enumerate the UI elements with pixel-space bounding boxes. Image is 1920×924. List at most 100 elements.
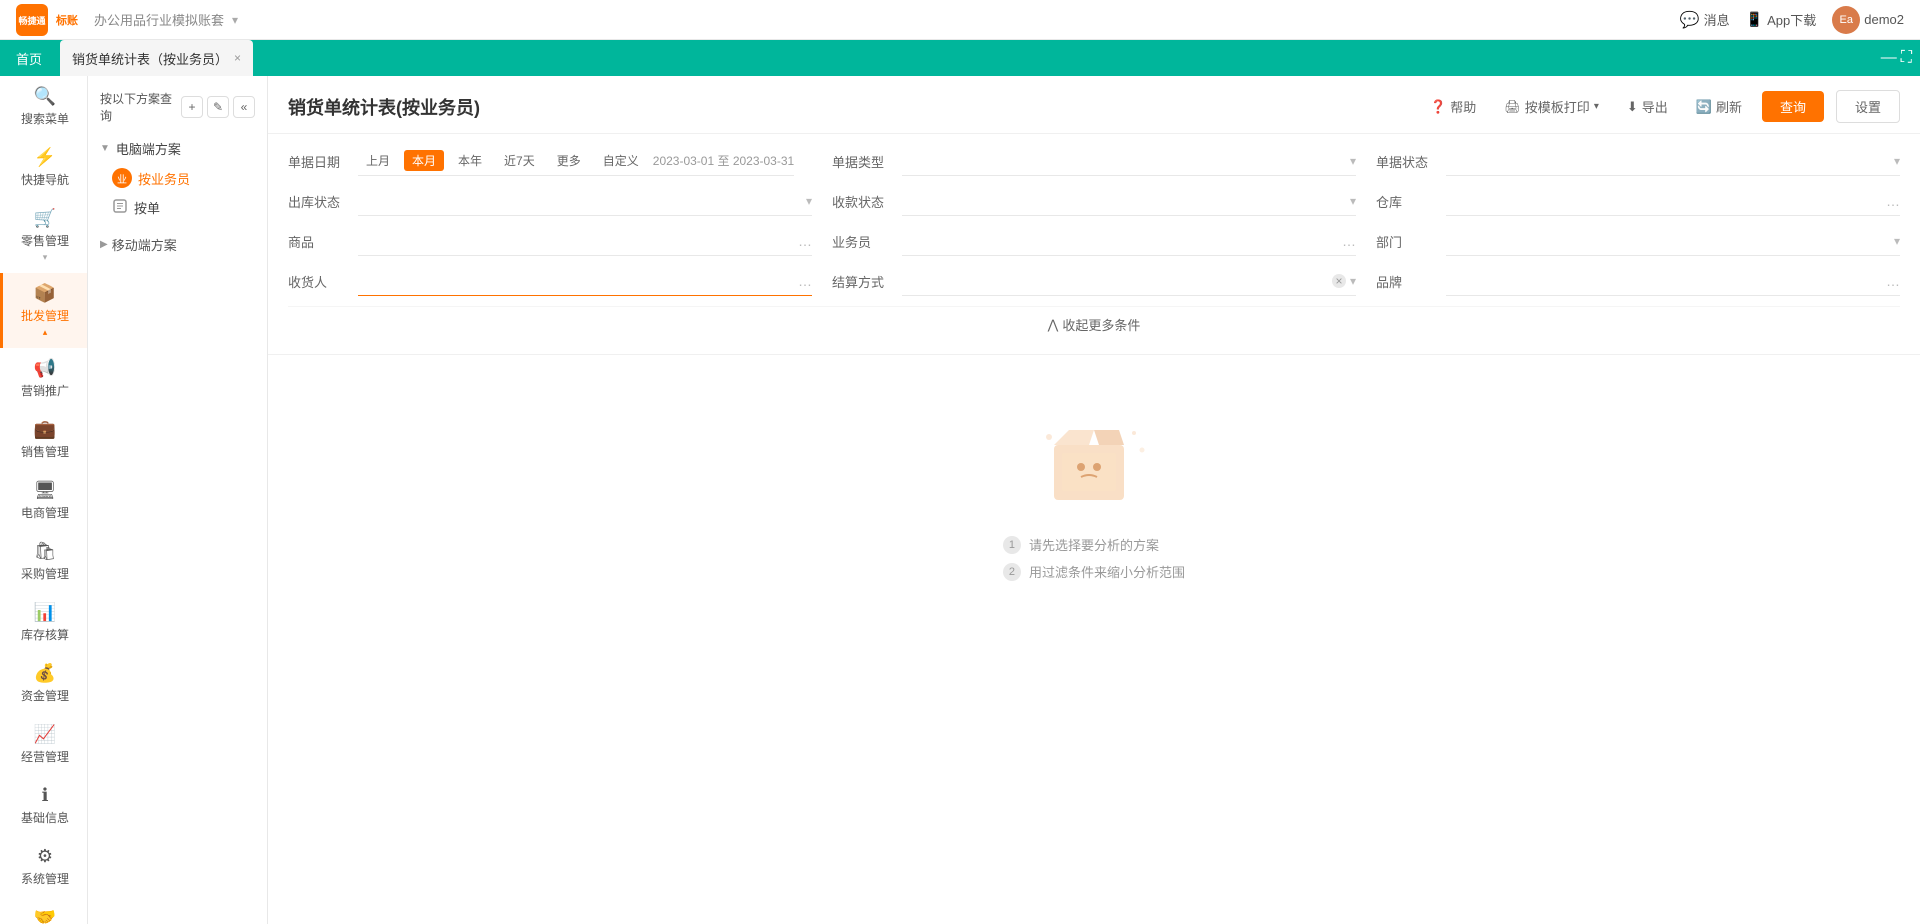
- sidebar-item-quick-nav[interactable]: ⚡ 快捷导航: [0, 137, 87, 198]
- payment-status-label: 收款状态: [832, 192, 902, 211]
- tabbar: 首页 销货单统计表（按业务员） × — ⛶: [0, 40, 1920, 76]
- query-btn[interactable]: 查询: [1762, 91, 1824, 122]
- payment-status-field[interactable]: ▾: [902, 186, 1356, 216]
- sidebar-item-basic[interactable]: ℹ 基础信息: [0, 775, 87, 836]
- filter-col-goods: 商品 …: [288, 226, 812, 256]
- app-subtitle: 标账: [56, 12, 78, 28]
- goods-dots-icon[interactable]: …: [798, 233, 812, 249]
- date-last-7-days-btn[interactable]: 近7天: [496, 150, 543, 171]
- system-icon: ⚙: [37, 846, 53, 867]
- scheme-add-btn[interactable]: +: [181, 96, 203, 118]
- marketing-icon: 📢: [34, 358, 56, 379]
- sidebar-item-search-menu[interactable]: 🔍 搜索菜单: [0, 76, 87, 137]
- dropdown-icon[interactable]: ▾: [232, 13, 238, 27]
- salesperson-dots-icon[interactable]: …: [1342, 233, 1356, 249]
- settings-btn[interactable]: 设置: [1836, 90, 1900, 123]
- date-filter: 上月 本月 本年 近7天 更多 自定义 2023-03-01 至 2023-03…: [358, 146, 794, 176]
- user-profile[interactable]: Ea demo2: [1832, 6, 1904, 34]
- date-range-display: 2023-03-01 至 2023-03-31: [653, 152, 794, 169]
- scheme-collapse-btn[interactable]: «: [233, 96, 255, 118]
- payment-status-dropdown-icon[interactable]: ▾: [1350, 194, 1356, 208]
- payment-method-close-icon[interactable]: ×: [1332, 274, 1346, 288]
- tab-maximize-btn[interactable]: ⛶: [1901, 49, 1912, 67]
- empty-hint-1: 1 请先选择要分析的方案: [1003, 535, 1185, 554]
- sidebar: 🔍 搜索菜单 ⚡ 快捷导航 🛒 零售管理 ▾ 📦 批发管理 ▴ 📢 营销推广 💼…: [0, 76, 88, 924]
- scheme-item-by-salesperson[interactable]: 业 按业务员: [88, 163, 267, 193]
- message-btn[interactable]: 💬 消息: [1680, 10, 1730, 30]
- filter-col-department: 部门 ▾: [1376, 226, 1900, 256]
- payment-method-dropdown-icon[interactable]: ▾: [1350, 274, 1356, 288]
- wholesale-icon: 📦: [34, 283, 56, 304]
- page-actions: ❓ 帮助 🖨 按模板打印 ▾ ⬇ 导出 🔄 刷新: [1422, 90, 1900, 123]
- sidebar-item-enterprise[interactable]: 🤝 企业协同: [0, 897, 87, 924]
- date-this-month-btn[interactable]: 本月: [404, 150, 444, 171]
- scheme-desktop-group-header[interactable]: ▼ 电脑端方案: [88, 134, 267, 163]
- empty-illustration: [1034, 415, 1154, 515]
- date-last-month-btn[interactable]: 上月: [358, 150, 398, 171]
- export-btn[interactable]: ⬇ 导出: [1619, 93, 1676, 120]
- scheme-edit-btn[interactable]: ✎: [207, 96, 229, 118]
- quick-nav-icon: ⚡: [34, 147, 56, 168]
- sidebar-item-ecommerce[interactable]: 🖥 电商管理: [0, 470, 87, 531]
- tab-close-icon[interactable]: ×: [234, 51, 241, 65]
- ship-status-dropdown-icon[interactable]: ▾: [806, 194, 812, 208]
- tab-home[interactable]: 首页: [0, 40, 58, 76]
- refresh-btn[interactable]: 🔄 刷新: [1688, 93, 1750, 120]
- order-type-field[interactable]: ▾: [902, 146, 1356, 176]
- sidebar-item-inventory[interactable]: 📊 库存核算: [0, 592, 87, 653]
- tab-controls: — ⛶: [1881, 49, 1920, 67]
- order-status-dropdown-icon[interactable]: ▾: [1894, 154, 1900, 168]
- sidebar-item-system[interactable]: ⚙ 系统管理: [0, 836, 87, 897]
- brand-dots-icon[interactable]: …: [1886, 273, 1900, 289]
- avatar: Ea: [1832, 6, 1860, 34]
- order-type-dropdown-icon[interactable]: ▾: [1350, 154, 1356, 168]
- brand-field[interactable]: …: [1446, 266, 1900, 296]
- sidebar-item-operations[interactable]: 📈 经营管理: [0, 714, 87, 775]
- sidebar-item-wholesale[interactable]: 📦 批发管理 ▴: [0, 273, 87, 348]
- date-more-btn[interactable]: 更多: [549, 150, 589, 171]
- help-icon: ❓: [1430, 99, 1446, 115]
- sidebar-item-purchase[interactable]: 🛍 采购管理: [0, 531, 87, 592]
- department-dropdown-icon[interactable]: ▾: [1894, 234, 1900, 248]
- sidebar-item-sales[interactable]: 💼 销售管理: [0, 409, 87, 470]
- receiver-dots-icon[interactable]: …: [798, 273, 812, 289]
- order-status-field[interactable]: ▾: [1446, 146, 1900, 176]
- filter-col-date: 单据日期 上月 本月 本年 近7天 更多 自定义 2023-03-01 至 20…: [288, 146, 812, 176]
- app-logo: 畅捷通: [16, 4, 48, 36]
- retail-icon: 🛒: [34, 208, 56, 229]
- print-icon: 🖨: [1504, 99, 1521, 115]
- department-field[interactable]: ▾: [1446, 226, 1900, 256]
- tab-active[interactable]: 销货单统计表（按业务员） ×: [60, 40, 253, 76]
- filter-col-payment-status: 收款状态 ▾: [832, 186, 1356, 216]
- topbar-right: 💬 消息 📱 App下载 Ea demo2: [1680, 6, 1904, 34]
- salesperson-field[interactable]: …: [902, 226, 1356, 256]
- sidebar-item-finance[interactable]: 💰 资金管理: [0, 653, 87, 714]
- filter-col-ship-status: 出库状态 ▾: [288, 186, 812, 216]
- scheme-item-by-order[interactable]: 按单: [88, 193, 267, 222]
- tab-minimize-btn[interactable]: —: [1881, 49, 1897, 67]
- sidebar-item-marketing[interactable]: 📢 营销推广: [0, 348, 87, 409]
- phone-icon: 📱: [1746, 11, 1763, 28]
- help-btn[interactable]: ❓ 帮助: [1422, 93, 1484, 120]
- date-this-year-btn[interactable]: 本年: [450, 150, 490, 171]
- scheme-mobile-group-header[interactable]: ▶ 移动端方案: [88, 230, 267, 259]
- page-content: 按以下方案查询 + ✎ « ▼ 电脑端方案 业 按业务员: [88, 76, 1920, 924]
- payment-method-field[interactable]: × ▾: [902, 266, 1356, 296]
- template-print-btn[interactable]: 🖨 按模板打印 ▾: [1496, 93, 1607, 120]
- filter-form: 单据日期 上月 本月 本年 近7天 更多 自定义 2023-03-01 至 20…: [268, 134, 1920, 355]
- date-custom-btn[interactable]: 自定义: [595, 150, 647, 171]
- ship-status-field[interactable]: ▾: [358, 186, 812, 216]
- sidebar-item-retail[interactable]: 🛒 零售管理 ▾: [0, 198, 87, 273]
- app-download-btn[interactable]: 📱 App下载: [1746, 10, 1817, 29]
- scheme-panel-header: 按以下方案查询 + ✎ «: [88, 84, 267, 130]
- filter-col-receiver: 收货人 …: [288, 266, 812, 296]
- collapse-btn[interactable]: ⋀ 收起更多条件: [1048, 315, 1141, 334]
- ecommerce-icon: 🖥: [34, 480, 57, 501]
- order-status-label: 单据状态: [1376, 152, 1446, 171]
- goods-field[interactable]: …: [358, 226, 812, 256]
- hint-num-1: 1: [1003, 536, 1021, 554]
- receiver-field[interactable]: …: [358, 266, 812, 296]
- warehouse-field[interactable]: …: [1446, 186, 1900, 216]
- filter-col-order-type: 单据类型 ▾: [832, 146, 1356, 176]
- warehouse-dots-icon[interactable]: …: [1886, 193, 1900, 209]
